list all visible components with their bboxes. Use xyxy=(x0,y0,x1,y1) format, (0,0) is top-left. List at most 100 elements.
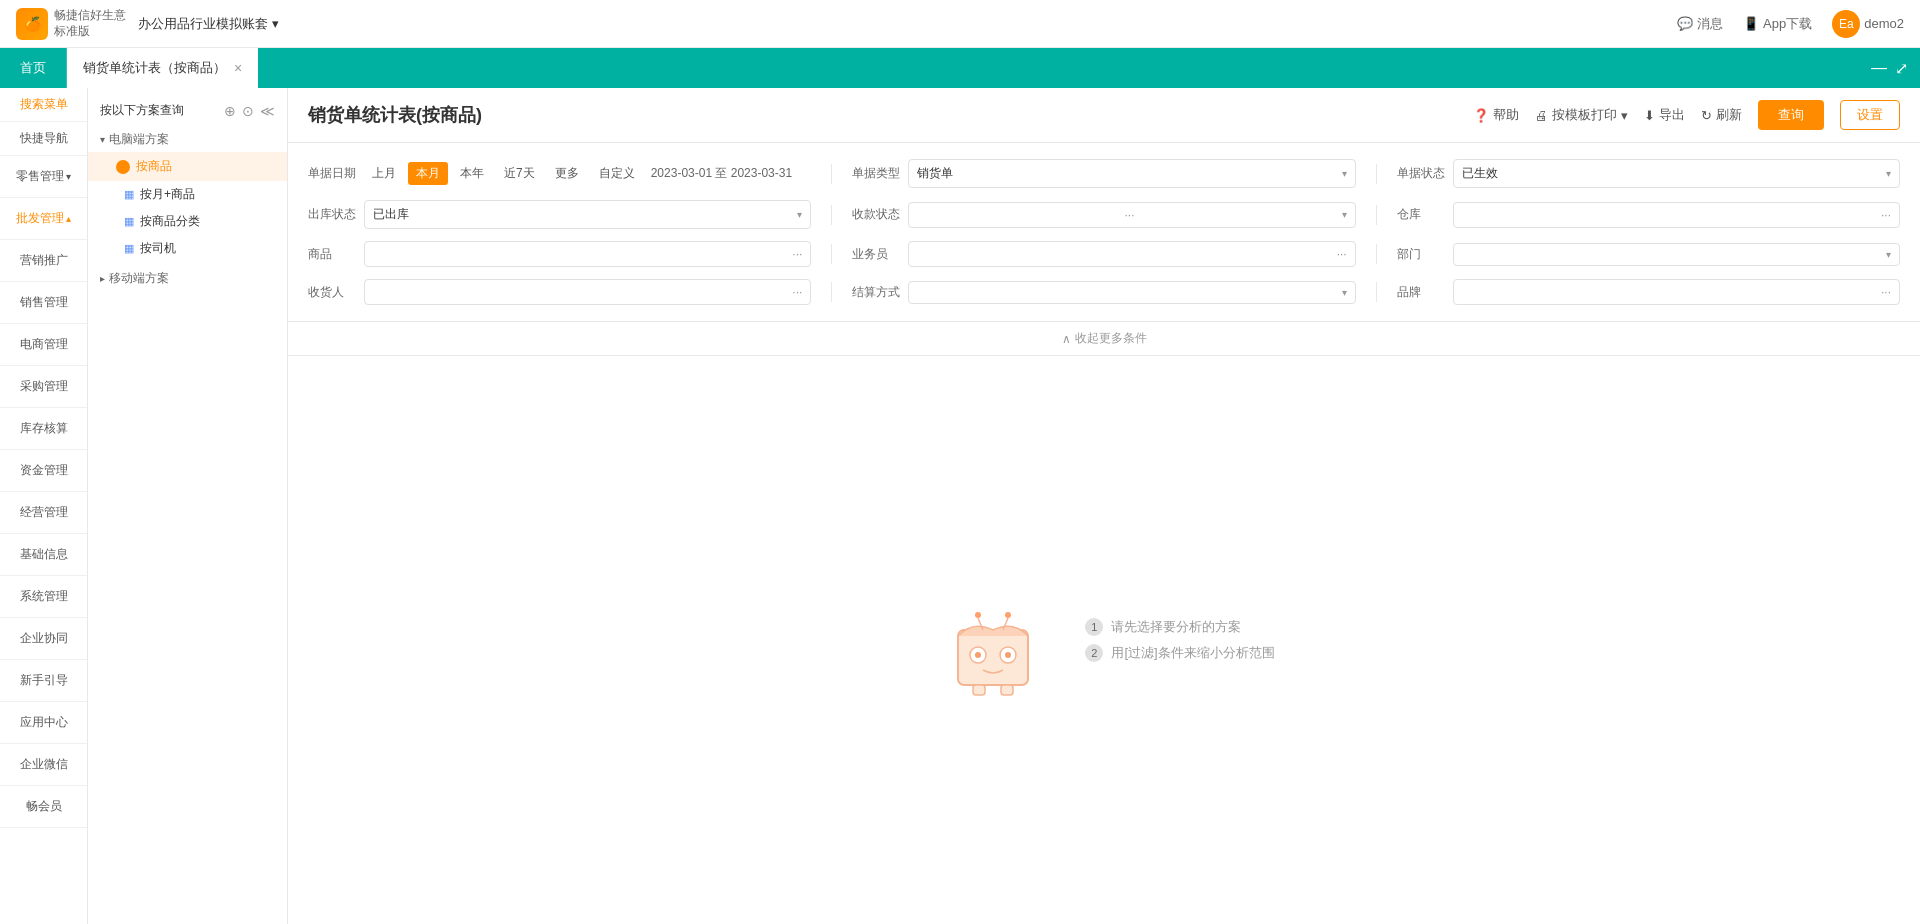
salesman-control[interactable]: ··· xyxy=(908,241,1355,267)
brand-label: 品牌 xyxy=(1397,284,1445,301)
export-btn[interactable]: ⬇ 导出 xyxy=(1644,106,1685,124)
filter-type-item: 单据类型 销货单 ▾ xyxy=(852,159,1355,188)
search-menu-label: 搜索菜单 xyxy=(20,97,68,111)
sidebar-item-system[interactable]: 系统管理 xyxy=(0,576,87,618)
tab-home[interactable]: 首页 xyxy=(0,48,67,88)
empty-icon xyxy=(933,580,1053,700)
scheme-sub-item-category[interactable]: ▦ 按商品分类 xyxy=(88,208,287,235)
message-label: 消息 xyxy=(1697,15,1723,33)
chevron-down-icon: ▾ xyxy=(272,16,279,31)
scheme-refresh-btn[interactable]: ⊙ xyxy=(242,103,254,119)
status-control[interactable]: 已生效 ▾ xyxy=(1453,159,1900,188)
sidebar-item-member[interactable]: 畅会员 xyxy=(0,786,87,828)
sidebar-item-marketing[interactable]: 营销推广 xyxy=(0,240,87,282)
collapse-text: 收起更多条件 xyxy=(1075,330,1147,347)
svg-point-8 xyxy=(1005,612,1011,618)
svg-point-3 xyxy=(975,652,981,658)
shortcut-more[interactable]: 更多 xyxy=(547,162,587,185)
sidebar-item-retail[interactable]: 零售管理 ▾ xyxy=(0,156,87,198)
shortcut-7days[interactable]: 近7天 xyxy=(496,162,543,185)
scheme-collapse-btn[interactable]: ≪ xyxy=(260,103,275,119)
warehouse-control[interactable]: ··· xyxy=(1453,202,1900,228)
scheme-section-mobile-header[interactable]: ▸ 移动端方案 xyxy=(88,266,287,291)
company-selector[interactable]: 办公用品行业模拟账套 ▾ xyxy=(138,15,279,33)
appcenter-label: 应用中心 xyxy=(20,714,68,731)
sidebar-item-collab[interactable]: 企业协同 xyxy=(0,618,87,660)
tab-close-btn[interactable]: × xyxy=(234,60,242,76)
receiver-dots: ··· xyxy=(792,285,802,299)
phone-icon: 📱 xyxy=(1743,16,1759,31)
page-header: 销货单统计表(按商品) ❓ 帮助 🖨 按模板打印 ▾ ⬇ xyxy=(288,88,1920,143)
sidebar-item-inventory[interactable]: 库存核算 xyxy=(0,408,87,450)
filter-divider-3 xyxy=(831,205,832,225)
collapse-up-icon: ∧ xyxy=(1062,332,1071,346)
sidebar-quick-nav[interactable]: 快捷导航 xyxy=(0,122,87,156)
filter-divider-6 xyxy=(1376,244,1377,264)
sidebar-search-menu[interactable]: 搜索菜单 xyxy=(0,88,87,122)
main-layout: 搜索菜单 快捷导航 零售管理 ▾ 批发管理 ▴ 营销推广 销售管理 电商管理 采 xyxy=(0,88,1920,924)
paystatus-dots: ··· xyxy=(1124,208,1134,222)
maximize-btn[interactable]: ⤢ xyxy=(1895,59,1908,78)
svg-point-6 xyxy=(975,612,981,618)
scheme-sub-item-month-product[interactable]: ▦ 按月+商品 xyxy=(88,181,287,208)
empty-state: 1 请先选择要分析的方案 2 用[过滤]条件来缩小分析范围 xyxy=(288,356,1920,924)
collapse-bar[interactable]: ∧ 收起更多条件 xyxy=(288,322,1920,356)
sidebar-item-finance[interactable]: 资金管理 xyxy=(0,450,87,492)
scheme-sub-item-driver[interactable]: ▦ 按司机 xyxy=(88,235,287,262)
help-btn[interactable]: ❓ 帮助 xyxy=(1473,106,1519,124)
goods-control[interactable]: ··· xyxy=(364,241,811,267)
sidebar-item-newuser[interactable]: 新手引导 xyxy=(0,660,87,702)
query-btn[interactable]: 查询 xyxy=(1758,100,1824,130)
scheme-item-by-product[interactable]: 按商品 xyxy=(88,152,287,181)
shortcut-last-month[interactable]: 上月 xyxy=(364,162,404,185)
wholesale-label: 批发管理 xyxy=(16,210,64,227)
sidebar-item-wholesale[interactable]: 批发管理 ▴ xyxy=(0,198,87,240)
shortcut-custom[interactable]: 自定义 xyxy=(591,162,643,185)
sidebar-item-sales[interactable]: 销售管理 xyxy=(0,282,87,324)
tab-active[interactable]: 销货单统计表（按商品） × xyxy=(67,48,258,88)
scheme-panel: 按以下方案查询 ⊕ ⊙ ≪ ▾ 电脑端方案 按商品 xyxy=(88,88,288,924)
status-arrow: ▾ xyxy=(1886,168,1891,179)
dept-control[interactable]: ▾ xyxy=(1453,243,1900,266)
sidebar-item-appcenter[interactable]: 应用中心 xyxy=(0,702,87,744)
filter-salesman-item: 业务员 ··· xyxy=(852,241,1355,267)
logo-text: 畅捷信好生意 标准版 xyxy=(54,8,126,39)
tabbar: 首页 销货单统计表（按商品） × — ⤢ xyxy=(0,48,1920,88)
svg-rect-10 xyxy=(1001,685,1013,695)
refresh-btn[interactable]: ↻ 刷新 xyxy=(1701,106,1742,124)
user-area[interactable]: Ea demo2 xyxy=(1832,10,1904,38)
sidebar-item-ecommerce[interactable]: 电商管理 xyxy=(0,324,87,366)
filter-divider-2 xyxy=(1376,164,1377,184)
print-btn[interactable]: 🖨 按模板打印 ▾ xyxy=(1535,106,1628,124)
shortcut-this-year[interactable]: 本年 xyxy=(452,162,492,185)
scheme-add-btn[interactable]: ⊕ xyxy=(224,103,236,119)
sidebar-item-basic[interactable]: 基础信息 xyxy=(0,534,87,576)
type-control[interactable]: 销货单 ▾ xyxy=(908,159,1355,188)
wechat-label: 企业微信 xyxy=(20,756,68,773)
settlement-label: 结算方式 xyxy=(852,284,900,301)
filter-divider-7 xyxy=(831,282,832,302)
svg-point-4 xyxy=(1005,652,1011,658)
app-download-btn[interactable]: 📱 App下载 xyxy=(1743,15,1812,33)
scheme-section-pc-header[interactable]: ▾ 电脑端方案 xyxy=(88,127,287,152)
filter-divider-5 xyxy=(831,244,832,264)
outstatus-label: 出库状态 xyxy=(308,206,356,223)
sidebar-item-purchase[interactable]: 采购管理 xyxy=(0,366,87,408)
paystatus-control[interactable]: ··· ▾ xyxy=(908,202,1355,228)
empty-content-wrap: 1 请先选择要分析的方案 2 用[过滤]条件来缩小分析范围 xyxy=(933,580,1274,700)
message-btn[interactable]: 💬 消息 xyxy=(1677,15,1723,33)
sidebar-item-wechat[interactable]: 企业微信 xyxy=(0,744,87,786)
filter-section: 单据日期 上月 本月 本年 近7天 更多 自定义 2023-03-01 至 20… xyxy=(288,143,1920,322)
sidebar-item-operations[interactable]: 经营管理 xyxy=(0,492,87,534)
receiver-control[interactable]: ··· xyxy=(364,279,811,305)
minimize-btn[interactable]: — xyxy=(1871,59,1887,77)
outstatus-control[interactable]: 已出库 ▾ xyxy=(364,200,811,229)
shortcut-this-month[interactable]: 本月 xyxy=(408,162,448,185)
settings-btn[interactable]: 设置 xyxy=(1840,100,1900,130)
settlement-control[interactable]: ▾ xyxy=(908,281,1355,304)
brand-control[interactable]: ··· xyxy=(1453,279,1900,305)
help-icon: ❓ xyxy=(1473,108,1489,123)
filter-row-3: 商品 ··· 业务员 ··· xyxy=(308,241,1900,267)
status-label: 单据状态 xyxy=(1397,165,1445,182)
print-arrow-icon: ▾ xyxy=(1621,108,1628,123)
